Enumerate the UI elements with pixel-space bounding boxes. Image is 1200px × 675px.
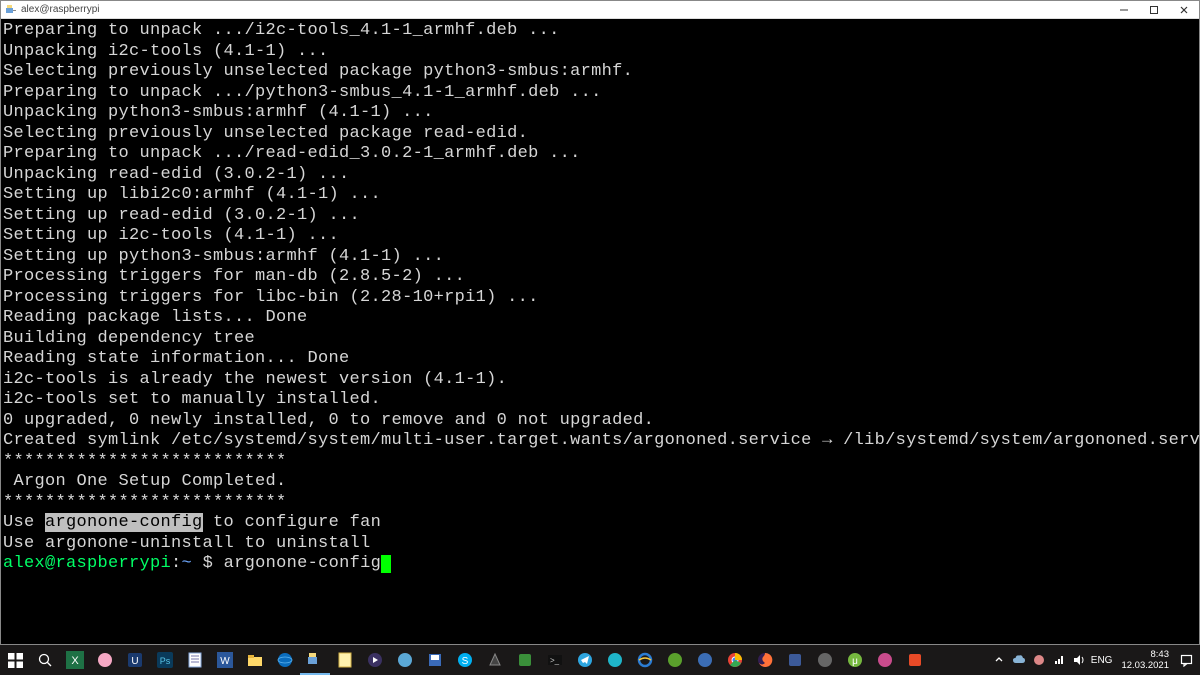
terminal-line: i2c-tools is already the newest version … bbox=[3, 370, 1199, 391]
word-icon[interactable]: W bbox=[210, 645, 240, 675]
svg-text:μ: μ bbox=[852, 656, 858, 667]
terminal-line: Unpacking i2c-tools (4.1-1) ... bbox=[3, 42, 1199, 63]
notifications-icon[interactable] bbox=[1178, 652, 1194, 668]
cursor bbox=[381, 555, 391, 573]
app-icon-2[interactable]: U bbox=[120, 645, 150, 675]
app-icon-1[interactable] bbox=[90, 645, 120, 675]
prompt-line[interactable]: alex@raspberrypi:~ $ argonone-config bbox=[3, 554, 1199, 575]
chrome-icon[interactable] bbox=[720, 645, 750, 675]
app-icon-9[interactable] bbox=[780, 645, 810, 675]
firefox-icon[interactable] bbox=[750, 645, 780, 675]
terminal-line: Setting up python3-smbus:armhf (4.1-1) .… bbox=[3, 247, 1199, 268]
terminal-line: Selecting previously unselected package … bbox=[3, 62, 1199, 83]
cmd-icon[interactable]: >_ bbox=[540, 645, 570, 675]
app-icon-11[interactable] bbox=[870, 645, 900, 675]
tray-network-icon[interactable] bbox=[1051, 652, 1067, 668]
ie-icon[interactable] bbox=[630, 645, 660, 675]
taskbar[interactable]: X U Ps W S >_ μ ENG 8:43 bbox=[0, 645, 1200, 675]
terminal-line: Unpacking python3-smbus:armhf (4.1-1) ..… bbox=[3, 103, 1199, 124]
taskbar-clock[interactable]: 8:43 12.03.2021 bbox=[1116, 649, 1174, 671]
skype-icon[interactable]: S bbox=[450, 645, 480, 675]
terminal-line: Preparing to unpack .../python3-smbus_4.… bbox=[3, 83, 1199, 104]
terminal-line: Unpacking read-edid (3.0.2-1) ... bbox=[3, 165, 1199, 186]
prompt-path: ~ bbox=[182, 554, 203, 573]
terminal-line: Created symlink /etc/systemd/system/mult… bbox=[3, 431, 1199, 452]
terminal-line: *************************** bbox=[3, 452, 1199, 473]
svg-text:S: S bbox=[462, 656, 469, 667]
terminal-line: Setting up libi2c0:armhf (4.1-1) ... bbox=[3, 185, 1199, 206]
minimize-button[interactable] bbox=[1109, 1, 1139, 19]
highlighted-command: argonone-config bbox=[45, 513, 203, 532]
terminal-line: Reading state information... Done bbox=[3, 349, 1199, 370]
terminal-line: Building dependency tree bbox=[3, 329, 1199, 350]
photoshop-icon[interactable]: Ps bbox=[150, 645, 180, 675]
terminal-line: Selecting previously unselected package … bbox=[3, 124, 1199, 145]
tray-volume-icon[interactable] bbox=[1071, 652, 1087, 668]
app-icon-12[interactable] bbox=[900, 645, 930, 675]
start-button[interactable] bbox=[0, 645, 30, 675]
search-button[interactable] bbox=[30, 645, 60, 675]
terminal-line: Use argonone-uninstall to uninstall bbox=[3, 534, 1199, 555]
terminal-line: i2c-tools set to manually installed. bbox=[3, 390, 1199, 411]
clock-time: 8:43 bbox=[1121, 649, 1169, 660]
svg-text:>_: >_ bbox=[550, 656, 560, 665]
app-icon-6[interactable] bbox=[600, 645, 630, 675]
svg-text:X: X bbox=[71, 655, 79, 667]
explorer-icon[interactable] bbox=[240, 645, 270, 675]
media-icon[interactable] bbox=[360, 645, 390, 675]
ssh-window: alex@raspberrypi Preparing to unpack ...… bbox=[0, 0, 1200, 645]
terminal-line: Setting up read-edid (3.0.2-1) ... bbox=[3, 206, 1199, 227]
excel-icon[interactable]: X bbox=[60, 645, 90, 675]
terminal-line: Argon One Setup Completed. bbox=[3, 472, 1199, 493]
app-icon-5[interactable] bbox=[510, 645, 540, 675]
telegram-icon[interactable] bbox=[570, 645, 600, 675]
svg-text:W: W bbox=[220, 656, 230, 667]
terminal-line: Reading package lists... Done bbox=[3, 308, 1199, 329]
notes-icon[interactable] bbox=[330, 645, 360, 675]
browser-icon[interactable] bbox=[270, 645, 300, 675]
terminal-line: Preparing to unpack .../read-edid_3.0.2-… bbox=[3, 144, 1199, 165]
app-icon-10[interactable] bbox=[810, 645, 840, 675]
window-title: alex@raspberrypi bbox=[21, 4, 100, 15]
notepad-icon[interactable] bbox=[180, 645, 210, 675]
clock-date: 12.03.2021 bbox=[1121, 660, 1169, 671]
terminal-line: *************************** bbox=[3, 493, 1199, 514]
save-icon[interactable] bbox=[420, 645, 450, 675]
prompt-user-host: alex@raspberrypi bbox=[3, 554, 171, 573]
maximize-button[interactable] bbox=[1139, 1, 1169, 19]
terminal-line: Use argonone-config to configure fan bbox=[3, 513, 1199, 534]
putty-taskbar-icon[interactable] bbox=[300, 645, 330, 675]
typed-command: argonone-config bbox=[224, 554, 382, 573]
system-tray[interactable]: ENG 8:43 12.03.2021 bbox=[991, 649, 1200, 671]
terminal-line: 0 upgraded, 0 newly installed, 0 to remo… bbox=[3, 411, 1199, 432]
terminal-line: Setting up i2c-tools (4.1-1) ... bbox=[3, 226, 1199, 247]
tray-app-icon[interactable] bbox=[1031, 652, 1047, 668]
app-icon-8[interactable] bbox=[690, 645, 720, 675]
titlebar[interactable]: alex@raspberrypi bbox=[1, 1, 1199, 19]
app-icon-7[interactable] bbox=[660, 645, 690, 675]
close-button[interactable] bbox=[1169, 1, 1199, 19]
tray-chevron-icon[interactable] bbox=[991, 652, 1007, 668]
terminal-line: Preparing to unpack .../i2c-tools_4.1-1_… bbox=[3, 21, 1199, 42]
app-icon-4[interactable] bbox=[480, 645, 510, 675]
terminal-line: Processing triggers for man-db (2.8.5-2)… bbox=[3, 267, 1199, 288]
terminal-line: Processing triggers for libc-bin (2.28-1… bbox=[3, 288, 1199, 309]
putty-icon bbox=[5, 4, 17, 16]
terminal[interactable]: Preparing to unpack .../i2c-tools_4.1-1_… bbox=[1, 19, 1199, 644]
utorrent-icon[interactable]: μ bbox=[840, 645, 870, 675]
svg-text:U: U bbox=[131, 656, 138, 667]
tray-cloud-icon[interactable] bbox=[1011, 652, 1027, 668]
app-icon-3[interactable] bbox=[390, 645, 420, 675]
tray-language[interactable]: ENG bbox=[1091, 655, 1113, 666]
svg-text:Ps: Ps bbox=[160, 656, 171, 666]
